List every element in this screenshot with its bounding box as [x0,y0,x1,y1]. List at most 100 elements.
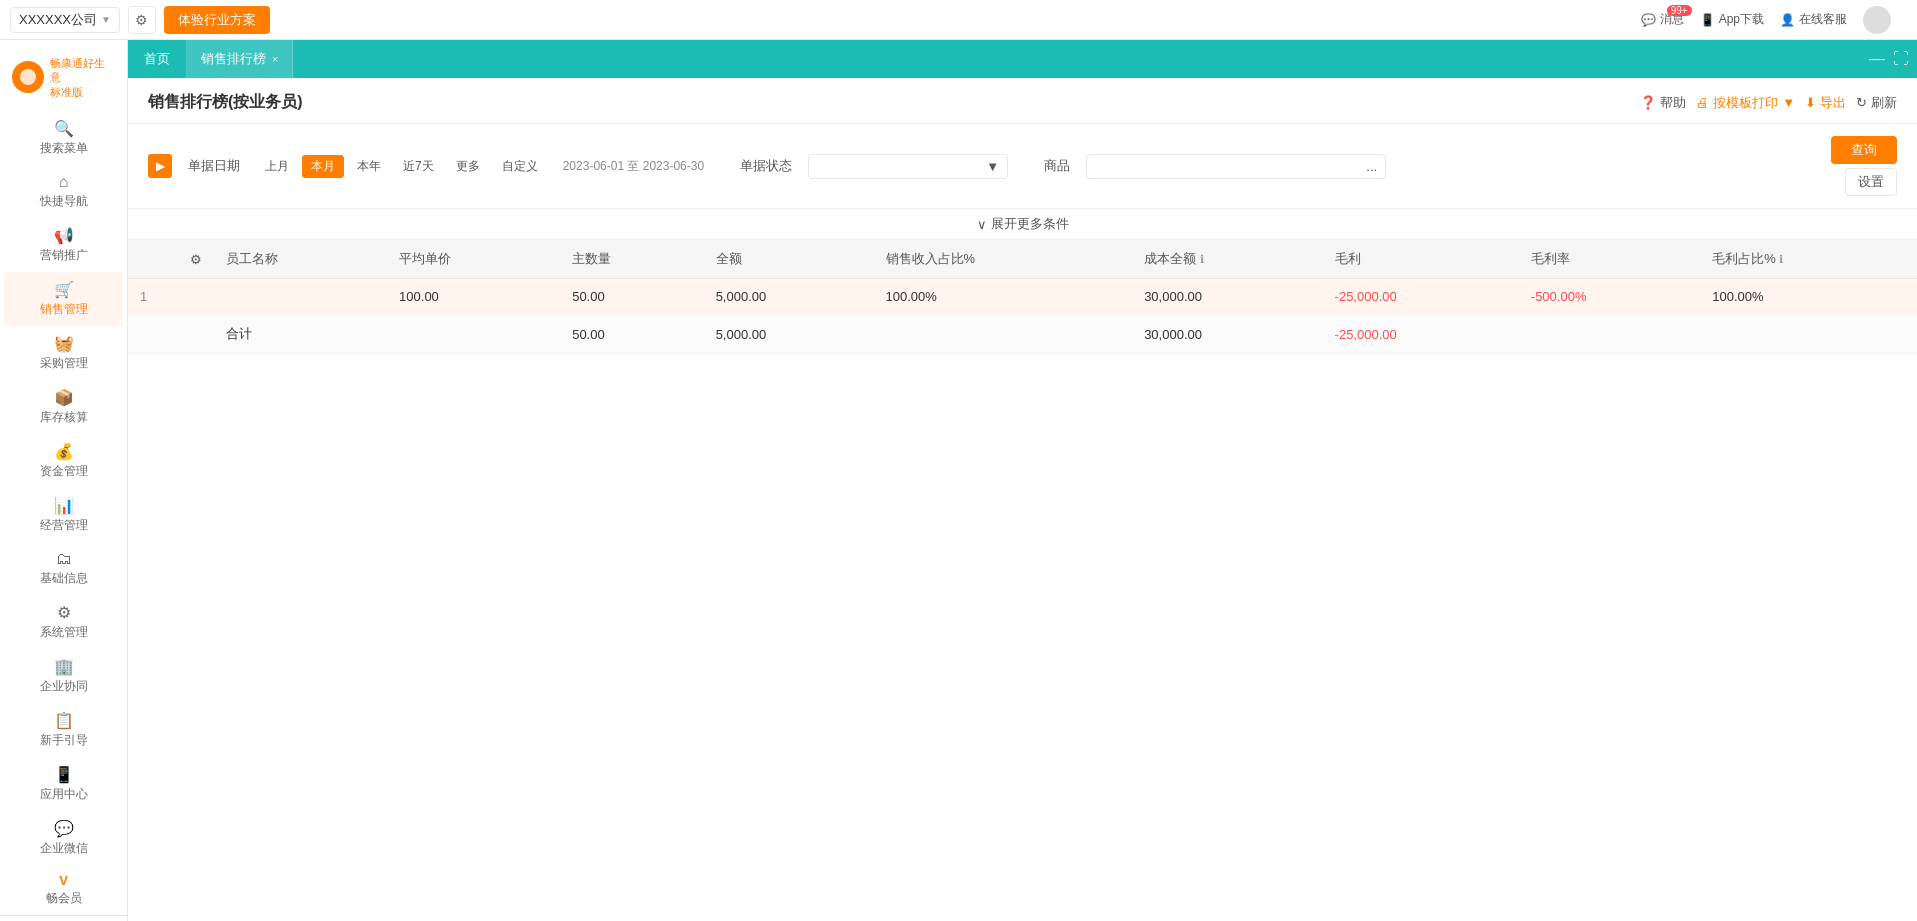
online-service-button[interactable]: 👤 在线客服 [1780,11,1847,28]
page-actions: ❓ 帮助 🖨 按模板打印 ▼ ⬇ 导出 ↻ 刷新 [1640,94,1897,112]
tab-minimize-icon[interactable]: — [1869,50,1885,68]
col-amount: 全额 [704,240,874,279]
cell-rank: 1 [128,279,178,315]
tab-close-icon[interactable]: × [272,53,278,65]
date-btn-this-month[interactable]: 本月 [302,155,344,178]
apps-icon: 📱 [54,765,74,784]
table-header-row: ⚙ 员工名称 平均单价 主数量 全额 销售收入占比% 成本全额 ℹ 毛利 毛利率 [128,240,1917,279]
sidebar-item-label: 经营管理 [40,517,88,534]
basic-icon: 🗂 [56,550,72,568]
tab-home-label: 首页 [144,50,170,68]
app-download-button[interactable]: 📱 App下载 [1700,11,1764,28]
sidebar-item-guide[interactable]: 📋 新手引导 [4,703,123,757]
col-gross-ratio: 毛利占比% ℹ [1700,240,1917,279]
expand-button[interactable]: ∨ 展开更多条件 [977,215,1069,233]
cost-info-icon[interactable]: ℹ [1200,253,1204,265]
cell-gross: -25,000.00 [1323,279,1519,315]
sidebar-item-finance[interactable]: 💰 资金管理 [4,434,123,488]
goods-input[interactable]: ... [1086,154,1386,179]
svg-point-0 [20,69,36,85]
export-label: 导出 [1820,94,1846,112]
query-button[interactable]: 查询 [1831,136,1897,164]
purchase-icon: 🧺 [54,334,74,353]
cell-avg-price: 100.00 [387,279,560,315]
date-buttons: 上月 本月 本年 近7天 更多 自定义 [256,155,547,178]
sidebar-item-shortcut[interactable]: ⌂ 快捷导航 [4,165,123,218]
sidebar-item-label: 销售管理 [40,301,88,318]
help-icon: ❓ [1640,95,1656,110]
cell-cost: 30,000.00 [1132,279,1322,315]
sidebar-item-marketing[interactable]: 📢 营销推广 [4,218,123,272]
tab-sales-ranking[interactable]: 销售排行榜 × [187,40,293,78]
cell-name [214,279,387,315]
setting-button[interactable]: 设置 [1845,168,1897,196]
avatar[interactable] [1863,6,1891,34]
sidebar-item-apps[interactable]: 📱 应用中心 [4,757,123,811]
sidebar-item-basic[interactable]: 🗂 基础信息 [4,542,123,595]
tab-bar: 首页 销售排行榜 × — ⛶ [128,40,1917,78]
footer-empty-rank [128,315,178,354]
date-btn-last-month[interactable]: 上月 [256,155,298,178]
company-chevron-icon: ▼ [101,14,111,25]
filter-toggle-button[interactable]: ▶ [148,154,172,178]
main-layout: 畅康通好生意 标准版 🔍 搜索菜单 ⌂ 快捷导航 📢 营销推广 🛒 销售管理 🧺… [0,40,1917,921]
expand-more-row: ∨ 展开更多条件 [128,209,1917,240]
service-label: 在线客服 [1799,11,1847,28]
print-button[interactable]: 🖨 按模板打印 ▼ [1696,94,1795,112]
app-icon: 📱 [1700,13,1715,27]
company-selector[interactable]: XXXXXX公司 ▼ [10,7,120,33]
message-icon: 💬 [1641,13,1656,27]
footer-cost: 30,000.00 [1132,315,1322,354]
footer-sales-ratio [874,315,1133,354]
page-title: 销售排行榜(按业务员) [148,92,303,113]
sidebar-logo: 畅康通好生意 标准版 [0,48,127,111]
sidebar-item-label: 新手引导 [40,732,88,749]
sidebar-item-label: 企业微信 [40,840,88,857]
refresh-label: 刷新 [1871,94,1897,112]
export-button[interactable]: ⬇ 导出 [1805,94,1846,112]
message-button[interactable]: 💬 消息 99+ [1641,11,1684,28]
tab-home[interactable]: 首页 [128,40,187,78]
system-icon: ⚙ [57,603,71,622]
col-settings[interactable]: ⚙ [178,240,214,279]
sidebar-item-label: 基础信息 [40,570,88,587]
trial-button[interactable]: 体验行业方案 [164,6,270,34]
date-btn-custom[interactable]: 自定义 [493,155,547,178]
print-chevron-icon: ▼ [1782,95,1795,110]
cell-sales-ratio: 100.00% [874,279,1133,315]
status-select[interactable]: ▼ [808,154,1008,179]
sidebar-item-inventory[interactable]: 📦 库存核算 [4,380,123,434]
logo-icon [12,61,44,93]
date-btn-more[interactable]: 更多 [447,155,489,178]
sidebar-item-member[interactable]: V 畅会员 [4,865,123,915]
refresh-button[interactable]: ↻ 刷新 [1856,94,1897,112]
col-avg-price: 平均单价 [387,240,560,279]
inventory-icon: 📦 [54,388,74,407]
sidebar-item-operations[interactable]: 📊 经营管理 [4,488,123,542]
cell-qty: 50.00 [560,279,703,315]
expand-label: 展开更多条件 [991,215,1069,233]
sidebar: 畅康通好生意 标准版 🔍 搜索菜单 ⌂ 快捷导航 📢 营销推广 🛒 销售管理 🧺… [0,40,128,921]
col-sales-ratio: 销售收入占比% [874,240,1133,279]
sidebar-item-purchase[interactable]: 🧺 采购管理 [4,326,123,380]
sidebar-item-label: 快捷导航 [40,193,88,210]
settings-icon[interactable]: ⚙ [128,6,156,34]
tab-fullscreen-icon[interactable]: ⛶ [1893,50,1909,68]
footer-gross-ratio [1700,315,1917,354]
filter-area: ▶ 单据日期 上月 本月 本年 近7天 更多 自定义 2023-06-01 至 … [128,124,1917,209]
page-header: 销售排行榜(按业务员) ❓ 帮助 🖨 按模板打印 ▼ ⬇ 导出 [128,78,1917,124]
col-rank [128,240,178,279]
sidebar-item-sales[interactable]: 🛒 销售管理 [4,272,123,326]
cell-gross-rate: -500.00% [1519,279,1700,315]
sidebar-item-enterprise[interactable]: 🏢 企业协同 [4,649,123,703]
date-btn-this-year[interactable]: 本年 [348,155,390,178]
date-btn-7days[interactable]: 近7天 [394,155,443,178]
sidebar-bottom: ⚙ ◀ [0,915,127,921]
sidebar-item-label: 应用中心 [40,786,88,803]
gross-ratio-info-icon[interactable]: ℹ [1779,253,1783,265]
sidebar-item-system[interactable]: ⚙ 系统管理 [4,595,123,649]
sidebar-item-wechat[interactable]: 💬 企业微信 [4,811,123,865]
table-row: 1 100.00 50.00 5,000.00 100.00% 30,000.0… [128,279,1917,315]
sidebar-item-search[interactable]: 🔍 搜索菜单 [4,111,123,165]
help-button[interactable]: ❓ 帮助 [1640,94,1686,112]
